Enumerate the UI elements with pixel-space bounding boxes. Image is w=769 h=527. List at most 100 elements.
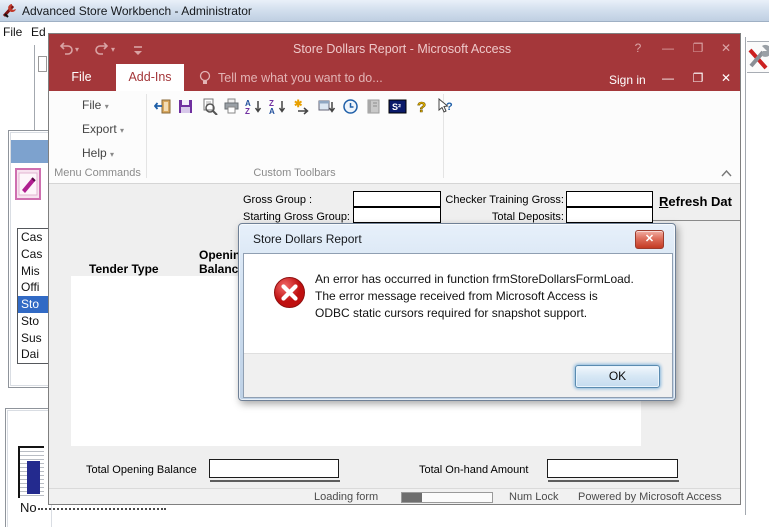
screen: Advanced Store Workbench - Administrator… [0, 0, 769, 527]
total-opening-balance-input[interactable] [209, 459, 339, 478]
ok-button[interactable]: OK [575, 365, 660, 388]
svg-text:S²: S² [392, 102, 401, 112]
svg-text:A: A [269, 107, 275, 115]
group-label-menu-commands: Menu Commands [54, 167, 141, 179]
sort-az-icon[interactable]: AZ [245, 98, 263, 116]
sidebar-header-band [11, 140, 48, 163]
help-icon[interactable]: ? [414, 98, 432, 117]
dialog-close-button[interactable]: ✕ [635, 230, 664, 249]
checker-training-gross-label: Checker Training Gross: [445, 194, 564, 206]
list-item[interactable]: Dai [18, 346, 50, 363]
error-message-line: An error has occurred in function frmSto… [315, 272, 634, 286]
collapse-ribbon-icon[interactable] [721, 164, 732, 182]
status-loading-text: Loading form [314, 491, 379, 503]
sign-in-button[interactable]: Sign in [609, 73, 646, 87]
svg-text:?: ? [417, 99, 426, 115]
refresh-data-button[interactable]: Refresh Dat [659, 194, 732, 209]
print-preview-icon[interactable] [201, 98, 219, 116]
svg-text:✱: ✱ [294, 99, 303, 110]
tools-wrench-icon[interactable] [747, 41, 769, 73]
app-titlebar: Advanced Store Workbench - Administrator [0, 0, 769, 22]
error-message-line: The error message received from Microsof… [315, 289, 598, 303]
app-wrench-icon [2, 3, 18, 19]
print-icon[interactable] [223, 98, 241, 116]
tab-file[interactable]: File [59, 64, 104, 91]
covered-label-strikeout [38, 508, 166, 510]
dialog-title: Store Dollars Report [253, 232, 362, 246]
help-pointer-icon[interactable]: ? [436, 97, 454, 116]
sort-za-icon[interactable]: ZA [269, 98, 287, 116]
error-icon [273, 276, 306, 309]
error-message-line: ODBC static cursors required for snapsho… [315, 306, 588, 320]
dialog-body: An error has occurred in function frmSto… [243, 253, 673, 398]
starting-gross-group-label: Starting Gross Group: [243, 211, 350, 223]
access-minimize-button[interactable]: — [656, 39, 680, 57]
ribbon-menu-export[interactable]: Export ▾ [82, 122, 124, 136]
list-item-selected[interactable]: Sto [18, 296, 50, 313]
app-window-title: Advanced Store Workbench - Administrator [22, 4, 252, 18]
column-header-tender-type: Tender Type [89, 262, 159, 276]
undo-icon[interactable]: ▾ [58, 39, 82, 59]
form-pink-icon[interactable] [15, 168, 41, 200]
tender-type-listbox[interactable]: Cas Cas Mis Offi Sto Sto Sus Dai [17, 228, 51, 364]
svg-text:?: ? [446, 101, 453, 113]
access-help-button[interactable]: ? [626, 39, 650, 57]
total-onhand-amount-input[interactable] [547, 459, 678, 478]
total-deposits-label: Total Deposits: [491, 211, 564, 223]
import-door-icon[interactable] [153, 98, 172, 116]
window-refresh-icon[interactable] [318, 98, 336, 116]
total-deposits-input[interactable] [566, 207, 653, 223]
restore-button[interactable]: ❐ [686, 69, 710, 87]
minimize-button[interactable]: — [656, 69, 680, 87]
ribbon: File ▾ Export ▾ Help ▾ AZ ZA ✱ S² ? ? Me… [49, 91, 740, 184]
access-window-title: Store Dollars Report - Microsoft Access [293, 42, 512, 56]
num-lock-indicator: Num Lock [509, 491, 559, 503]
powered-by-text: Powered by Microsoft Access [578, 491, 722, 503]
covered-label-text: No [20, 500, 37, 515]
dialog-message-area: An error has occurred in function frmSto… [244, 254, 672, 353]
starting-gross-group-input[interactable] [353, 207, 441, 223]
list-item[interactable]: Sto [18, 313, 50, 330]
gross-group-input[interactable] [353, 191, 441, 207]
list-selection-icon [18, 446, 44, 498]
app-menu-edit[interactable]: Ed [31, 25, 46, 39]
ribbon-menu-file[interactable]: File ▾ [82, 98, 109, 112]
access-restore-button[interactable]: ❐ [686, 39, 710, 57]
lightbulb-icon [199, 70, 211, 84]
tell-me-box[interactable]: Tell me what you want to do... [199, 64, 383, 91]
clock-icon[interactable] [342, 98, 360, 116]
group-label-custom-toolbars: Custom Toolbars [253, 167, 336, 179]
dialog-footer: OK [244, 353, 672, 397]
total-onhand-amount-label: Total On-hand Amount [419, 464, 529, 476]
total-opening-balance-label: Total Opening Balance [86, 464, 197, 476]
list-item[interactable]: Sus [18, 330, 50, 347]
save-icon[interactable] [177, 98, 195, 116]
right-panel-divider [745, 37, 746, 515]
error-dialog: Store Dollars Report ✕ An error has occu… [238, 223, 676, 401]
gross-group-label: Gross Group : [243, 194, 313, 206]
access-close-button[interactable]: ✕ [714, 39, 738, 57]
app-menu-file[interactable]: File [3, 25, 22, 39]
checker-training-gross-input[interactable] [566, 191, 653, 207]
book-icon [365, 98, 383, 116]
textbox-shadow [210, 480, 340, 482]
refresh-button-edge [653, 220, 740, 221]
redo-icon[interactable]: ▾ [94, 39, 118, 59]
go-to-new-icon[interactable]: ✱ [294, 98, 312, 116]
list-item[interactable]: Offi [18, 279, 50, 296]
toolbar-button-partial[interactable] [38, 56, 47, 72]
svg-text:Z: Z [245, 107, 250, 115]
close-button[interactable]: ✕ [714, 69, 738, 87]
ribbon-menu-help[interactable]: Help ▾ [82, 146, 114, 160]
list-item[interactable]: Cas [18, 246, 50, 263]
left-panel-divider [34, 45, 35, 130]
list-item[interactable]: Mis [18, 263, 50, 280]
tell-me-text: Tell me what you want to do... [218, 70, 383, 85]
list-item[interactable]: Cas [18, 229, 50, 246]
tab-add-ins[interactable]: Add-Ins [116, 64, 184, 91]
textbox-shadow [548, 480, 679, 482]
customize-quick-access-icon[interactable] [133, 41, 157, 61]
access-titlebar: ▾ ▾ Store Dollars Report - Microsoft Acc… [49, 34, 740, 91]
column-header-balance: Balanc [199, 262, 239, 276]
sql-property-icon[interactable]: S² [388, 98, 407, 116]
